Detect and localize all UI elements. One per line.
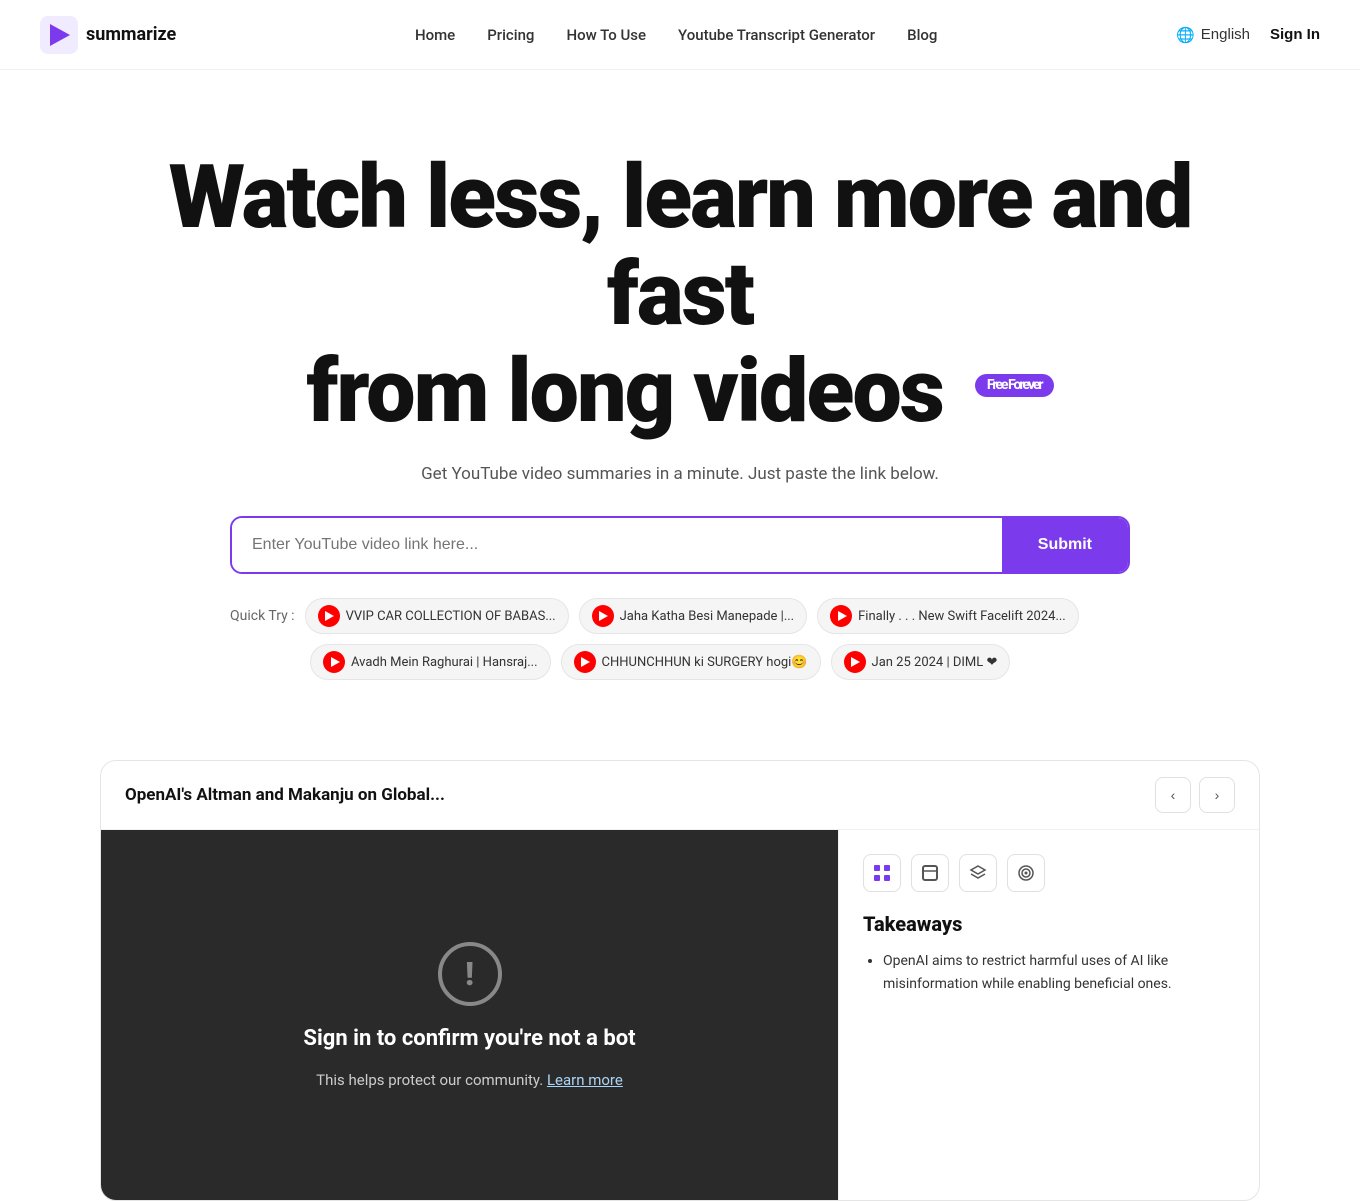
result-title: OpenAI's Altman and Makanju on Global...: [125, 785, 445, 805]
lang-label: English: [1201, 26, 1250, 43]
nav-arrows: ‹ ›: [1155, 777, 1235, 813]
globe-icon: 🌐: [1176, 26, 1195, 44]
quick-try-label: Quick Try :: [230, 608, 295, 624]
nav-home[interactable]: Home: [415, 26, 455, 44]
takeaways-list: OpenAI aims to restrict harmful uses of …: [863, 950, 1235, 995]
next-button[interactable]: ›: [1199, 777, 1235, 813]
hero-section: Watch less, learn more and fast from lon…: [0, 70, 1360, 720]
quick-try-row1: Quick Try : VVIP CAR COLLECTION OF BABAS…: [230, 598, 1130, 634]
hero-subtitle: Get YouTube video summaries in a minute.…: [20, 464, 1340, 484]
video-sign-in-title: Sign in to confirm you're not a bot: [303, 1026, 635, 1051]
nav-pricing[interactable]: Pricing: [487, 26, 534, 44]
hero-line1: Watch less, learn more and: [169, 146, 1192, 249]
youtube-icon-2: [830, 605, 852, 627]
tab-icon-grid[interactable]: [863, 854, 901, 892]
language-button[interactable]: 🌐 English: [1176, 26, 1250, 44]
grid-icon: [873, 864, 891, 882]
tab-icon-box[interactable]: [911, 854, 949, 892]
hero-title: Watch less, learn more and fast from lon…: [20, 150, 1340, 440]
video-sign-in-sub: This helps protect our community. Learn …: [316, 1071, 623, 1089]
takeaway-item-0: OpenAI aims to restrict harmful uses of …: [883, 950, 1235, 995]
tab-icons: [863, 854, 1235, 892]
quick-chip-3[interactable]: Avadh Mein Raghurai | Hansraj...: [310, 644, 551, 680]
prev-button[interactable]: ‹: [1155, 777, 1191, 813]
youtube-icon-1: [592, 605, 614, 627]
result-header: OpenAI's Altman and Makanju on Global...…: [101, 761, 1259, 830]
nav-links: Home Pricing How To Use Youtube Transcri…: [415, 26, 937, 44]
nav-how-to-use[interactable]: How To Use: [566, 26, 646, 44]
free-badge: Free Forever: [975, 374, 1054, 397]
hero-line3: from long videos Free Forever: [306, 340, 1053, 443]
quick-try-row2: Avadh Mein Raghurai | Hansraj... CHHUNCH…: [230, 644, 1130, 680]
tab-icon-layers[interactable]: [959, 854, 997, 892]
nav-blog[interactable]: Blog: [907, 26, 937, 44]
logo-text: summarize: [86, 24, 176, 45]
quick-chip-0[interactable]: VVIP CAR COLLECTION OF BABAS...: [305, 598, 569, 634]
youtube-icon-3: [323, 651, 345, 673]
submit-button[interactable]: Submit: [1002, 518, 1128, 572]
result-card: OpenAI's Altman and Makanju on Global...…: [100, 760, 1260, 1201]
target-icon: [1017, 864, 1035, 882]
youtube-icon-4: [574, 651, 596, 673]
nav-transcript[interactable]: Youtube Transcript Generator: [678, 26, 875, 44]
quick-chip-2[interactable]: Finally . . . New Swift Facelift 2024...: [817, 598, 1079, 634]
sign-in-button[interactable]: Sign In: [1270, 26, 1320, 43]
youtube-icon-5: [844, 651, 866, 673]
layers-icon: [969, 864, 987, 882]
result-body: ! Sign in to confirm you're not a bot Th…: [101, 830, 1259, 1200]
youtube-icon-0: [318, 605, 340, 627]
tab-icon-target[interactable]: [1007, 854, 1045, 892]
hero-line2: fast: [20, 247, 1340, 344]
box-icon: [921, 864, 939, 882]
video-column: ! Sign in to confirm you're not a bot Th…: [101, 830, 839, 1200]
learn-more-link[interactable]: Learn more: [547, 1071, 623, 1089]
search-bar: Submit: [230, 516, 1130, 574]
quick-chip-5[interactable]: Jan 25 2024 | DIML ❤: [831, 644, 1011, 680]
bottom-section: OpenAI's Altman and Makanju on Global...…: [80, 760, 1280, 1201]
video-thumbnail: ! Sign in to confirm you're not a bot Th…: [101, 830, 838, 1200]
summary-column: Takeaways OpenAI aims to restrict harmfu…: [839, 830, 1259, 1200]
takeaways-title: Takeaways: [863, 912, 1235, 936]
quick-chip-1[interactable]: Jaha Katha Besi Manepade |...: [579, 598, 808, 634]
logo-link[interactable]: summarize: [40, 16, 176, 54]
quick-try-section: Quick Try : VVIP CAR COLLECTION OF BABAS…: [230, 598, 1130, 680]
logo-icon: [40, 16, 78, 54]
navbar: summarize Home Pricing How To Use Youtub…: [0, 0, 1360, 70]
warning-circle: !: [438, 942, 502, 1006]
quick-chip-4[interactable]: CHHUNCHHUN ki SURGERY hogi😊: [561, 644, 821, 680]
warning-exclaim-icon: !: [465, 955, 474, 993]
youtube-url-input[interactable]: [232, 518, 1002, 572]
nav-right: 🌐 English Sign In: [1176, 26, 1320, 44]
